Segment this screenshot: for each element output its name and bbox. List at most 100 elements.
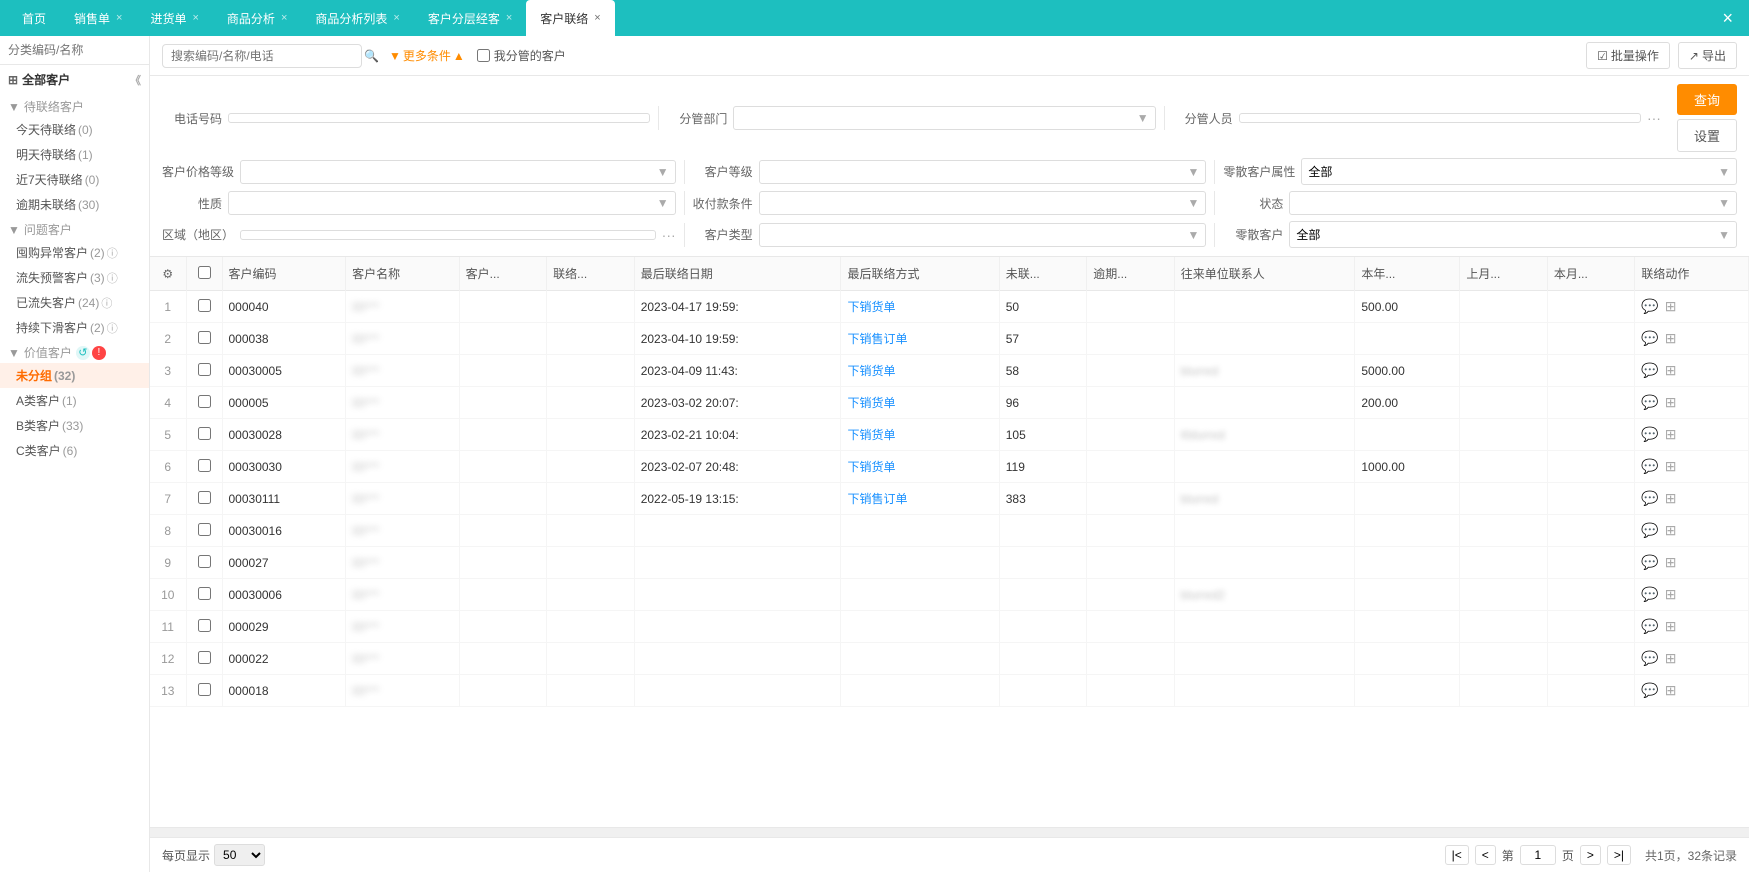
window-close-button[interactable]: × — [1714, 8, 1741, 29]
chat-icon[interactable]: 💬 — [1641, 618, 1658, 635]
manager-input[interactable] — [1239, 113, 1641, 123]
grid-action-icon[interactable]: ⊞ — [1665, 426, 1677, 443]
horizontal-scrollbar[interactable] — [150, 827, 1749, 837]
query-button[interactable]: 查询 — [1677, 84, 1737, 115]
group-pending-label[interactable]: ▼ 待联络客户 — [0, 94, 149, 117]
chat-icon[interactable]: 💬 — [1641, 330, 1658, 347]
row-select-checkbox[interactable] — [198, 523, 211, 536]
settings-icon[interactable]: ⚙ — [162, 267, 173, 281]
grid-action-icon[interactable]: ⊞ — [1665, 330, 1677, 347]
row-select-checkbox[interactable] — [198, 363, 211, 376]
reset-button[interactable]: 设置 — [1677, 119, 1737, 152]
tab-purchase[interactable]: 进货单 × — [136, 0, 212, 36]
grid-action-icon[interactable]: ⊞ — [1665, 554, 1677, 571]
chat-icon[interactable]: 💬 — [1641, 298, 1658, 315]
chat-icon[interactable]: 💬 — [1641, 586, 1658, 603]
search-input[interactable] — [162, 44, 362, 68]
status-select[interactable]: ▼ — [1289, 191, 1737, 215]
row-select-checkbox[interactable] — [198, 395, 211, 408]
sidebar-item-churn-warning[interactable]: 流失预警客户 (3) ⓘ — [0, 265, 149, 290]
page-size-select[interactable]: 50 100 200 — [214, 844, 265, 866]
nature-select[interactable]: ▼ — [228, 191, 676, 215]
sidebar-item-churned[interactable]: 已流失客户 (24) ⓘ — [0, 290, 149, 315]
payment-select[interactable]: ▼ — [759, 191, 1207, 215]
chat-icon[interactable]: 💬 — [1641, 554, 1658, 571]
sidebar-item-tomorrow[interactable]: 明天待联络 (1) — [0, 142, 149, 167]
sidebar-item-7days[interactable]: 近7天待联络 (0) — [0, 167, 149, 192]
customer-level-select[interactable]: ▼ — [759, 160, 1207, 184]
row-select-checkbox[interactable] — [198, 619, 211, 632]
sidebar-item-abnormal[interactable]: 囤购异常客户 (2) ⓘ — [0, 240, 149, 265]
row-select-checkbox[interactable] — [198, 683, 211, 696]
row-select-checkbox[interactable] — [198, 299, 211, 312]
grid-action-icon[interactable]: ⊞ — [1665, 586, 1677, 603]
grid-action-icon[interactable]: ⊞ — [1665, 362, 1677, 379]
grid-action-icon[interactable]: ⊞ — [1665, 618, 1677, 635]
grid-action-icon[interactable]: ⊞ — [1665, 490, 1677, 507]
chat-icon[interactable]: 💬 — [1641, 522, 1658, 539]
tab-home[interactable]: 首页 — [8, 0, 60, 36]
first-page-button[interactable]: |< — [1445, 845, 1469, 865]
sidebar-item-class-a[interactable]: A类客户 (1) — [0, 388, 149, 413]
grid-action-icon[interactable]: ⊞ — [1665, 394, 1677, 411]
phone-input[interactable] — [228, 113, 650, 123]
retail-attr-select[interactable]: 全部 ▼ — [1301, 158, 1737, 185]
chat-icon[interactable]: 💬 — [1641, 426, 1658, 443]
grid-action-icon[interactable]: ⊞ — [1665, 458, 1677, 475]
row-select-checkbox[interactable] — [198, 427, 211, 440]
chat-icon[interactable]: 💬 — [1641, 394, 1658, 411]
sidebar-item-overdue[interactable]: 逾期未联络 (30) — [0, 192, 149, 217]
prev-page-button[interactable]: < — [1475, 845, 1496, 865]
last-method-link[interactable]: 下销货单 — [847, 300, 895, 314]
sidebar-item-declining[interactable]: 持续下滑客户 (2) ⓘ — [0, 315, 149, 340]
group-problem-label[interactable]: ▼ 问题客户 — [0, 217, 149, 240]
chat-icon[interactable]: 💬 — [1641, 362, 1658, 379]
sidebar-search-input[interactable] — [8, 43, 150, 57]
my-customers-checkbox[interactable] — [477, 49, 490, 62]
row-select-checkbox[interactable] — [198, 331, 211, 344]
tab-customer-segment[interactable]: 客户分层经客 × — [414, 0, 526, 36]
page-input[interactable] — [1520, 845, 1556, 865]
chat-icon[interactable]: 💬 — [1641, 458, 1658, 475]
next-page-button[interactable]: > — [1580, 845, 1601, 865]
close-icon[interactable]: × — [281, 12, 287, 24]
chat-icon[interactable]: 💬 — [1641, 650, 1658, 667]
last-page-button[interactable]: >| — [1607, 845, 1631, 865]
tab-sales[interactable]: 销售单 × — [60, 0, 136, 36]
last-method-link[interactable]: 下销货单 — [847, 460, 895, 474]
export-button[interactable]: ↗ 导出 — [1678, 42, 1737, 69]
dotdot-icon[interactable]: ··· — [662, 227, 676, 243]
last-method-link[interactable]: 下销售订单 — [847, 492, 907, 506]
close-icon[interactable]: × — [594, 12, 600, 24]
grid-action-icon[interactable]: ⊞ — [1665, 682, 1677, 699]
price-level-select[interactable]: ▼ — [240, 160, 676, 184]
region-input[interactable] — [240, 230, 656, 240]
grid-action-icon[interactable]: ⊞ — [1665, 650, 1677, 667]
batch-ops-button[interactable]: ☑ 批量操作 — [1586, 42, 1670, 69]
row-select-checkbox[interactable] — [198, 491, 211, 504]
group-value-label[interactable]: ▼ 价值客户 ↺ ! — [0, 340, 149, 363]
tab-product-analysis[interactable]: 商品分析 × — [213, 0, 301, 36]
dotdot-icon[interactable]: ··· — [1647, 110, 1661, 126]
customer-type-select[interactable]: ▼ — [759, 223, 1207, 247]
sidebar-item-today[interactable]: 今天待联络 (0) — [0, 117, 149, 142]
chat-icon[interactable]: 💬 — [1641, 490, 1658, 507]
collapse-icon[interactable]: 《 — [130, 72, 141, 88]
close-icon[interactable]: × — [116, 12, 122, 24]
row-select-checkbox[interactable] — [198, 555, 211, 568]
last-method-link[interactable]: 下销货单 — [847, 428, 895, 442]
select-all-checkbox[interactable] — [198, 266, 211, 279]
grid-action-icon[interactable]: ⊞ — [1665, 298, 1677, 315]
sidebar-item-unclassified[interactable]: 未分组 (32) — [0, 363, 149, 388]
last-method-link[interactable]: 下销货单 — [847, 396, 895, 410]
close-icon[interactable]: × — [393, 12, 399, 24]
retail-customer-select[interactable]: 全部 ▼ — [1289, 221, 1737, 248]
filter-search-button[interactable]: 🔍 — [364, 49, 379, 63]
tab-customer-contact[interactable]: 客户联络 × — [526, 0, 614, 36]
close-icon[interactable]: × — [192, 12, 198, 24]
last-method-link[interactable]: 下销货单 — [847, 364, 895, 378]
more-conditions-button[interactable]: ▼ 更多条件 ▲ — [389, 47, 465, 64]
sidebar-item-class-b[interactable]: B类客户 (33) — [0, 413, 149, 438]
chat-icon[interactable]: 💬 — [1641, 682, 1658, 699]
row-select-checkbox[interactable] — [198, 587, 211, 600]
